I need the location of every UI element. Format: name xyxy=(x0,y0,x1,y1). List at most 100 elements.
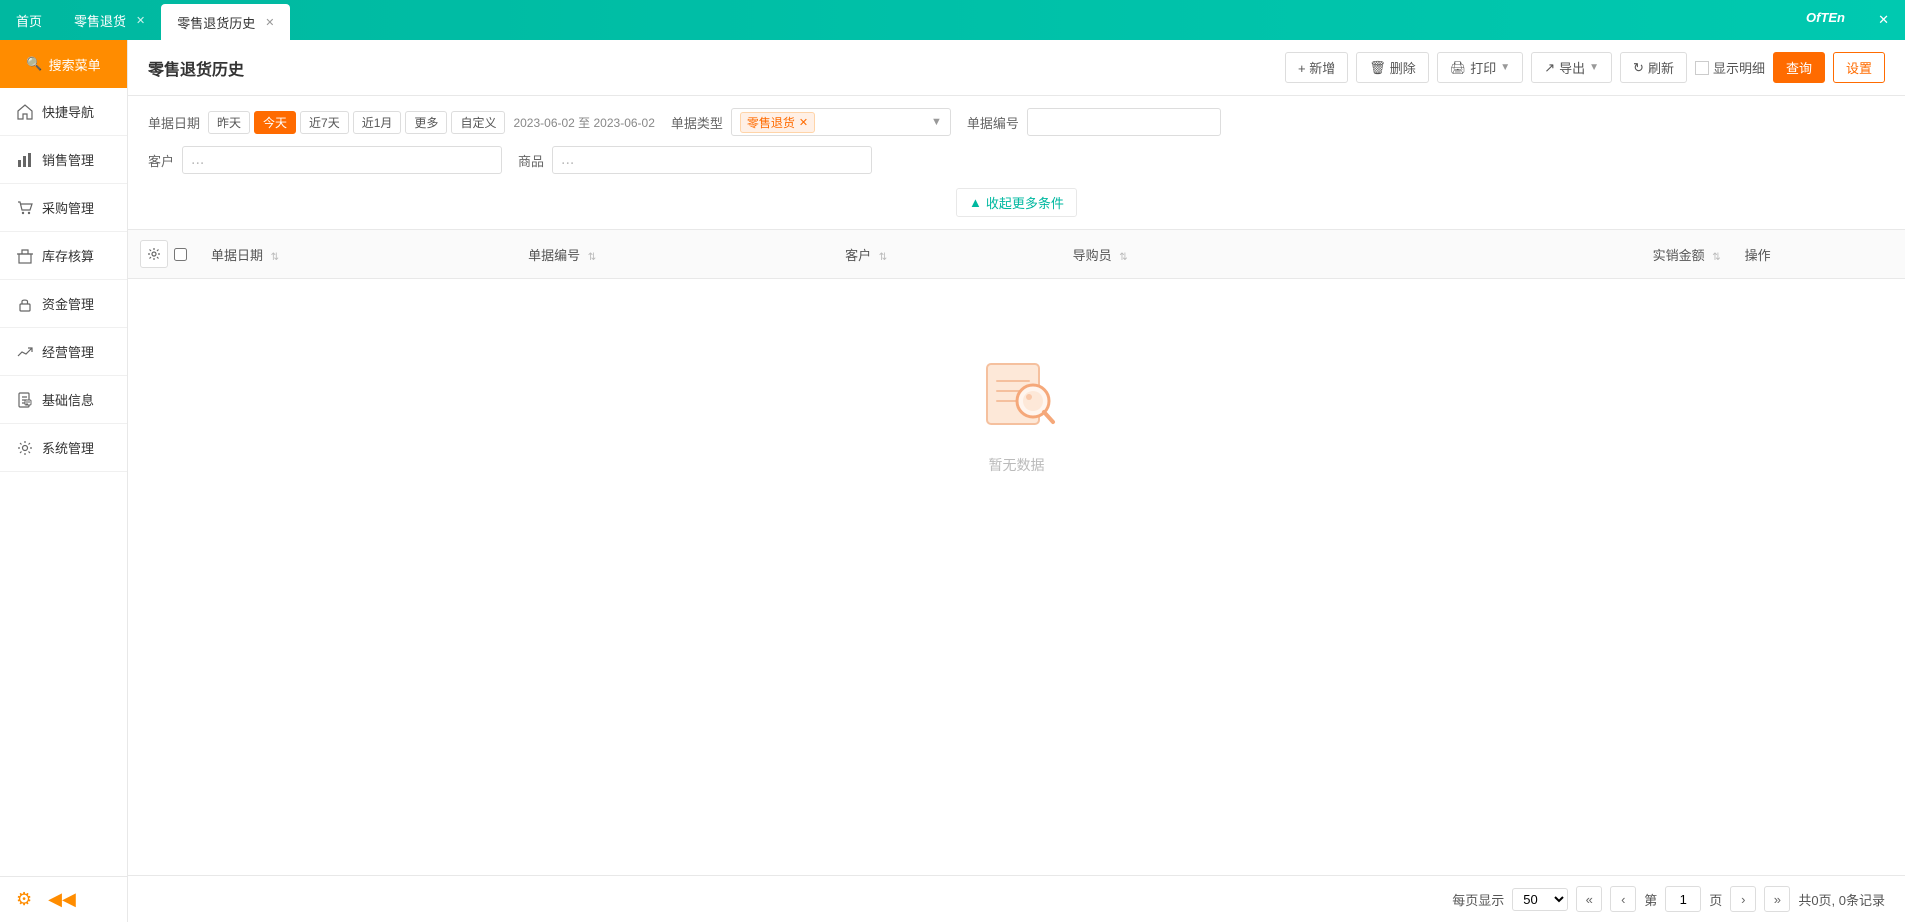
sidebar-bottom: ⚙ ◀◀ xyxy=(0,876,127,922)
top-bar-close[interactable]: ✕ xyxy=(1878,12,1905,28)
gear-icon xyxy=(16,439,34,457)
date-btn-today[interactable]: 今天 xyxy=(254,111,296,134)
refresh-button[interactable]: ↻ 刷新 xyxy=(1620,52,1687,83)
col-guide: 导购员 ⇅ xyxy=(1061,230,1333,279)
col-date: 单据日期 ⇅ xyxy=(199,230,516,279)
export-icon: ↗ xyxy=(1544,60,1555,76)
cart-icon xyxy=(16,199,34,217)
customer-select[interactable]: ... xyxy=(182,146,502,174)
collapse-button[interactable]: ▲ 收起更多条件 xyxy=(956,188,1077,217)
empty-illustration xyxy=(967,339,1067,439)
sidebar-item-basic-info[interactable]: 基础信息 xyxy=(0,376,127,424)
customer-placeholder: ... xyxy=(191,151,204,169)
lock-icon xyxy=(16,295,34,313)
settings-bottom-icon[interactable]: ⚙ xyxy=(16,889,32,910)
page-header: 零售退货历史 + 新增 🗑 删除 🖨 打印 ▼ ↗ 导出 ▼ xyxy=(128,40,1905,96)
first-page-button[interactable]: « xyxy=(1576,886,1602,912)
search-icon: 🔍 xyxy=(26,56,42,72)
display-detail-label: 显示明细 xyxy=(1713,58,1765,77)
page-unit: 页 xyxy=(1709,890,1722,909)
prev-page-button[interactable]: ‹ xyxy=(1610,886,1636,912)
filter-area: 单据日期 昨天 今天 近7天 近1月 更多 自定义 2023-06-02 至 2… xyxy=(128,96,1905,230)
doc-type-select[interactable]: 零售退货 ✕ ▼ xyxy=(731,108,951,136)
table-scroll[interactable]: 单据日期 ⇅ 单据编号 ⇅ 客户 ⇅ xyxy=(128,230,1905,875)
doc-type-tag-close[interactable]: ✕ xyxy=(799,116,808,129)
sidebar-item-inventory[interactable]: 库存核算 xyxy=(0,232,127,280)
tab-home-label: 首页 xyxy=(16,11,42,30)
sidebar-item-inventory-label: 库存核算 xyxy=(42,246,94,265)
goods-select[interactable]: ... xyxy=(552,146,872,174)
display-detail-checkbox[interactable] xyxy=(1695,61,1709,75)
date-btn-more[interactable]: 更多 xyxy=(405,111,447,134)
goods-filter-item: 商品 ... xyxy=(518,146,872,174)
tab-home[interactable]: 首页 xyxy=(0,0,58,40)
sidebar-item-sales-mgmt-label: 销售管理 xyxy=(42,150,94,169)
date-filter-item: 单据日期 昨天 今天 近7天 近1月 更多 自定义 2023-06-02 至 2… xyxy=(148,111,655,134)
sidebar-search[interactable]: 🔍 搜索菜单 xyxy=(0,40,127,88)
doc-type-tag: 零售退货 ✕ xyxy=(740,112,815,133)
tab-retail-return-history[interactable]: 零售退货历史 ✕ xyxy=(161,4,290,40)
tab-retail-return-label: 零售退货 xyxy=(74,11,126,30)
table-header-row: 单据日期 ⇅ 单据编号 ⇅ 客户 ⇅ xyxy=(128,230,1905,279)
sidebar-search-label: 搜索菜单 xyxy=(49,55,101,74)
col-action: 操作 xyxy=(1733,230,1905,279)
display-detail-container: 显示明细 xyxy=(1695,58,1765,77)
sidebar-item-operation-mgmt[interactable]: 经营管理 xyxy=(0,328,127,376)
date-btn-custom[interactable]: 自定义 xyxy=(451,111,505,134)
data-table: 单据日期 ⇅ 单据编号 ⇅ 客户 ⇅ xyxy=(128,230,1905,279)
filter-row-2: 客户 ... 商品 ... xyxy=(148,146,1885,174)
print-button[interactable]: 🖨 打印 ▼ xyxy=(1437,52,1523,83)
col-spacer xyxy=(1333,230,1416,279)
next-page-button[interactable]: › xyxy=(1730,886,1756,912)
tab-retail-return-history-close[interactable]: ✕ xyxy=(265,16,274,29)
doc-type-label: 单据类型 xyxy=(671,113,723,132)
doc-type-filter-item: 单据类型 零售退货 ✕ ▼ xyxy=(671,108,951,136)
sidebar-item-sales-mgmt[interactable]: 销售管理 xyxy=(0,136,127,184)
export-button[interactable]: ↗ 导出 ▼ xyxy=(1531,52,1612,83)
filter-row-1: 单据日期 昨天 今天 近7天 近1月 更多 自定义 2023-06-02 至 2… xyxy=(148,108,1885,136)
date-range-display: 2023-06-02 至 2023-06-02 xyxy=(513,114,654,131)
tab-retail-return[interactable]: 零售退货 ✕ xyxy=(58,0,161,40)
top-bar: 首页 零售退货 ✕ 零售退货历史 ✕ OfTEn ✕ xyxy=(0,0,1905,40)
settings-button[interactable]: 设置 xyxy=(1833,52,1885,83)
sidebar-item-system-mgmt[interactable]: 系统管理 xyxy=(0,424,127,472)
tab-retail-return-close[interactable]: ✕ xyxy=(136,14,145,27)
page-size-select[interactable]: 50 100 200 xyxy=(1512,888,1568,911)
sort-number-icon[interactable]: ⇅ xyxy=(588,252,596,263)
col-number: 单据编号 ⇅ xyxy=(516,230,833,279)
sidebar-item-purchase-mgmt-label: 采购管理 xyxy=(42,198,94,217)
sidebar-item-purchase-mgmt[interactable]: 采购管理 xyxy=(0,184,127,232)
box-icon xyxy=(16,247,34,265)
date-btn-1month[interactable]: 近1月 xyxy=(353,111,402,134)
collapse-row: ▲ 收起更多条件 xyxy=(148,184,1885,217)
delete-button[interactable]: 🗑 删除 xyxy=(1356,52,1429,83)
header-actions: + 新增 🗑 删除 🖨 打印 ▼ ↗ 导出 ▼ ↻ 刷新 xyxy=(1285,52,1885,83)
date-btn-yesterday[interactable]: 昨天 xyxy=(208,111,250,134)
column-settings-button[interactable] xyxy=(140,240,168,268)
sort-amount-icon[interactable]: ⇅ xyxy=(1712,252,1720,263)
new-button[interactable]: + 新增 xyxy=(1285,52,1348,83)
table-area: 单据日期 ⇅ 单据编号 ⇅ 客户 ⇅ xyxy=(128,230,1905,922)
empty-text: 暂无数据 xyxy=(989,455,1045,475)
print-icon: 🖨 xyxy=(1450,60,1467,76)
query-button[interactable]: 查询 xyxy=(1773,52,1825,83)
sidebar-item-quick-nav[interactable]: 快捷导航 xyxy=(0,88,127,136)
doc-number-input[interactable] xyxy=(1027,108,1221,136)
date-filter: 昨天 今天 近7天 近1月 更多 自定义 2023-06-02 至 2023-0… xyxy=(208,111,655,134)
sort-date-icon[interactable]: ⇅ xyxy=(271,252,279,263)
tab-retail-return-history-label: 零售退货历史 xyxy=(177,13,255,32)
doc-type-select-arrow: ▼ xyxy=(931,116,942,128)
select-all-checkbox[interactable] xyxy=(174,248,187,261)
page-title: 零售退货历史 xyxy=(148,56,244,80)
sidebar-item-capital-mgmt[interactable]: 资金管理 xyxy=(0,280,127,328)
date-btn-7days[interactable]: 近7天 xyxy=(300,111,349,134)
page-go-text: 第 xyxy=(1644,890,1657,909)
sort-guide-icon[interactable]: ⇅ xyxy=(1119,252,1127,263)
speaker-icon[interactable]: ◀◀ xyxy=(48,889,76,910)
page-number-input[interactable] xyxy=(1665,886,1701,912)
last-page-button[interactable]: » xyxy=(1764,886,1790,912)
sort-customer-icon[interactable]: ⇅ xyxy=(879,252,887,263)
col-amount: 实销金额 ⇅ xyxy=(1416,230,1733,279)
pagination: 每页显示 50 100 200 « ‹ 第 页 › » 共0页, 0条记录 xyxy=(128,875,1905,922)
trend-icon xyxy=(16,343,34,361)
